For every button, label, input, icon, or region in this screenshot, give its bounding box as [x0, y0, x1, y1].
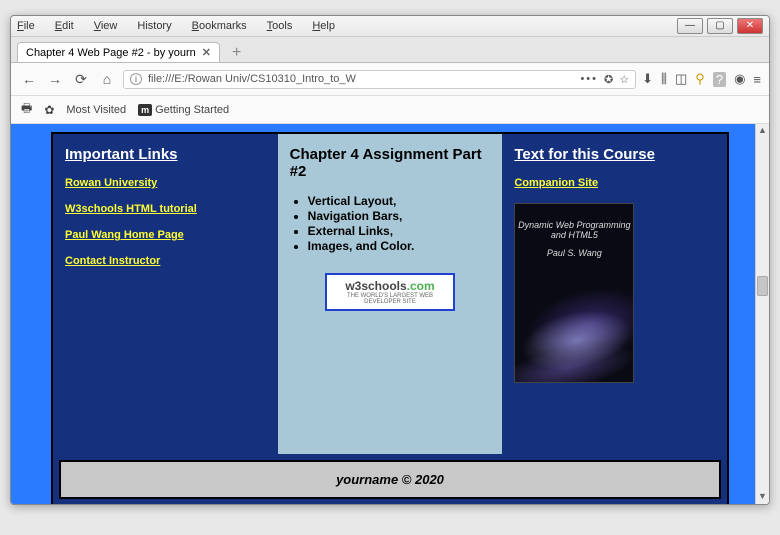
- help-icon[interactable]: ?: [713, 72, 726, 87]
- left-links: Rowan University W3schools HTML tutorial…: [65, 177, 266, 267]
- url-bar[interactable]: i file:///E:/Rowan Univ/CS10310_Intro_to…: [123, 70, 636, 89]
- right-column: Text for this Course Companion Site Dyna…: [502, 134, 727, 454]
- bookmark-getting-started[interactable]: mGetting Started: [138, 104, 229, 116]
- window-controls: — ▢ ✕: [677, 18, 763, 34]
- reader-mode-icon[interactable]: ✪: [604, 73, 613, 86]
- menu-tools[interactable]: Tools: [267, 20, 303, 32]
- book-title: Dynamic Web Programming and HTML5: [515, 220, 633, 240]
- tab-active[interactable]: Chapter 4 Web Page #2 - by yourn ✕: [17, 42, 220, 62]
- tab-bar: Chapter 4 Web Page #2 - by yourn ✕ +: [11, 37, 769, 63]
- tab-title: Chapter 4 Web Page #2 - by yourn: [26, 47, 196, 59]
- link-paulwang[interactable]: Paul Wang Home Page: [65, 229, 266, 241]
- menu-view[interactable]: View: [94, 20, 128, 32]
- menu-help[interactable]: Help: [312, 20, 345, 32]
- scroll-up-icon[interactable]: ▲: [757, 125, 768, 137]
- back-button[interactable]: ←: [19, 69, 39, 89]
- reload-button[interactable]: ⟳: [71, 69, 91, 89]
- url-text: file:///E:/Rowan Univ/CS10310_Intro_to_W: [148, 73, 356, 85]
- link-w3schools[interactable]: W3schools HTML tutorial: [65, 203, 266, 215]
- list-item: Navigation Bars,: [308, 209, 491, 223]
- maximize-button[interactable]: ▢: [707, 18, 733, 34]
- search-icon[interactable]: ⚲: [695, 71, 705, 87]
- menu-bar: File Edit View History Bookmarks Tools H…: [11, 16, 769, 37]
- sidebar-icon[interactable]: ◫: [675, 71, 687, 87]
- minimize-button[interactable]: —: [677, 18, 703, 34]
- link-companion[interactable]: Companion Site: [514, 177, 715, 189]
- app-menu-icon[interactable]: ≡: [753, 72, 761, 87]
- list-item: External Links,: [308, 224, 491, 238]
- home-button[interactable]: ⌂: [97, 69, 117, 89]
- list-item: Images, and Color.: [308, 239, 491, 253]
- page-container: Important Links Rowan University W3schoo…: [51, 132, 729, 504]
- scroll-down-icon[interactable]: ▼: [757, 491, 768, 503]
- menu-bookmarks[interactable]: Bookmarks: [192, 20, 257, 32]
- left-column: Important Links Rowan University W3schoo…: [53, 134, 278, 454]
- w3schools-logo[interactable]: w3schools.com THE WORLD'S LARGEST WEB DE…: [325, 273, 455, 311]
- settings-icon[interactable]: ✿: [44, 103, 54, 117]
- vertical-scrollbar[interactable]: ▲ ▼: [755, 124, 769, 504]
- assignment-list: Vertical Layout, Navigation Bars, Extern…: [308, 194, 491, 253]
- nav-toolbar: ← → ⟳ ⌂ i file:///E:/Rowan Univ/CS10310_…: [11, 63, 769, 96]
- right-heading: Text for this Course: [514, 146, 715, 163]
- menu-file[interactable]: File: [17, 20, 45, 32]
- bookmark-star-icon[interactable]: ☆: [619, 73, 629, 86]
- forward-button[interactable]: →: [45, 69, 65, 89]
- print-icon[interactable]: 🖶: [21, 99, 32, 120]
- link-rowan[interactable]: Rowan University: [65, 177, 266, 189]
- toolbar-right: ⬇ ⫼ ◫ ⚲ ? ◉ ≡: [642, 71, 761, 87]
- page-viewport: Important Links Rowan University W3schoo…: [11, 124, 769, 504]
- link-contact[interactable]: Contact Instructor: [65, 255, 266, 267]
- new-tab-button[interactable]: +: [226, 44, 247, 62]
- bookmark-most-visited[interactable]: Most Visited: [66, 104, 126, 116]
- close-button[interactable]: ✕: [737, 18, 763, 34]
- page-actions-icon[interactable]: •••: [580, 73, 598, 85]
- mid-heading: Chapter 4 Assignment Part #2: [290, 146, 491, 180]
- scroll-thumb[interactable]: [757, 276, 768, 296]
- extension-icon[interactable]: ◉: [734, 71, 745, 87]
- left-heading: Important Links: [65, 146, 266, 163]
- book-art-icon: [514, 249, 634, 383]
- browser-window: File Edit View History Bookmarks Tools H…: [10, 15, 770, 505]
- site-info-icon[interactable]: i: [130, 73, 142, 85]
- menu-history[interactable]: History: [137, 20, 181, 32]
- list-item: Vertical Layout,: [308, 194, 491, 208]
- bookmarks-bar: 🖶 ✿ Most Visited mGetting Started: [11, 96, 769, 124]
- library-icon[interactable]: ⫼: [661, 71, 667, 87]
- menu-edit[interactable]: Edit: [55, 20, 84, 32]
- page-footer: yourname © 2020: [59, 460, 721, 499]
- mozilla-badge-icon: m: [138, 104, 152, 116]
- downloads-icon[interactable]: ⬇: [642, 71, 653, 87]
- book-cover-image: Dynamic Web Programming and HTML5 Paul S…: [514, 203, 634, 383]
- middle-column: Chapter 4 Assignment Part #2 Vertical La…: [278, 134, 503, 454]
- tab-close-icon[interactable]: ✕: [202, 46, 211, 59]
